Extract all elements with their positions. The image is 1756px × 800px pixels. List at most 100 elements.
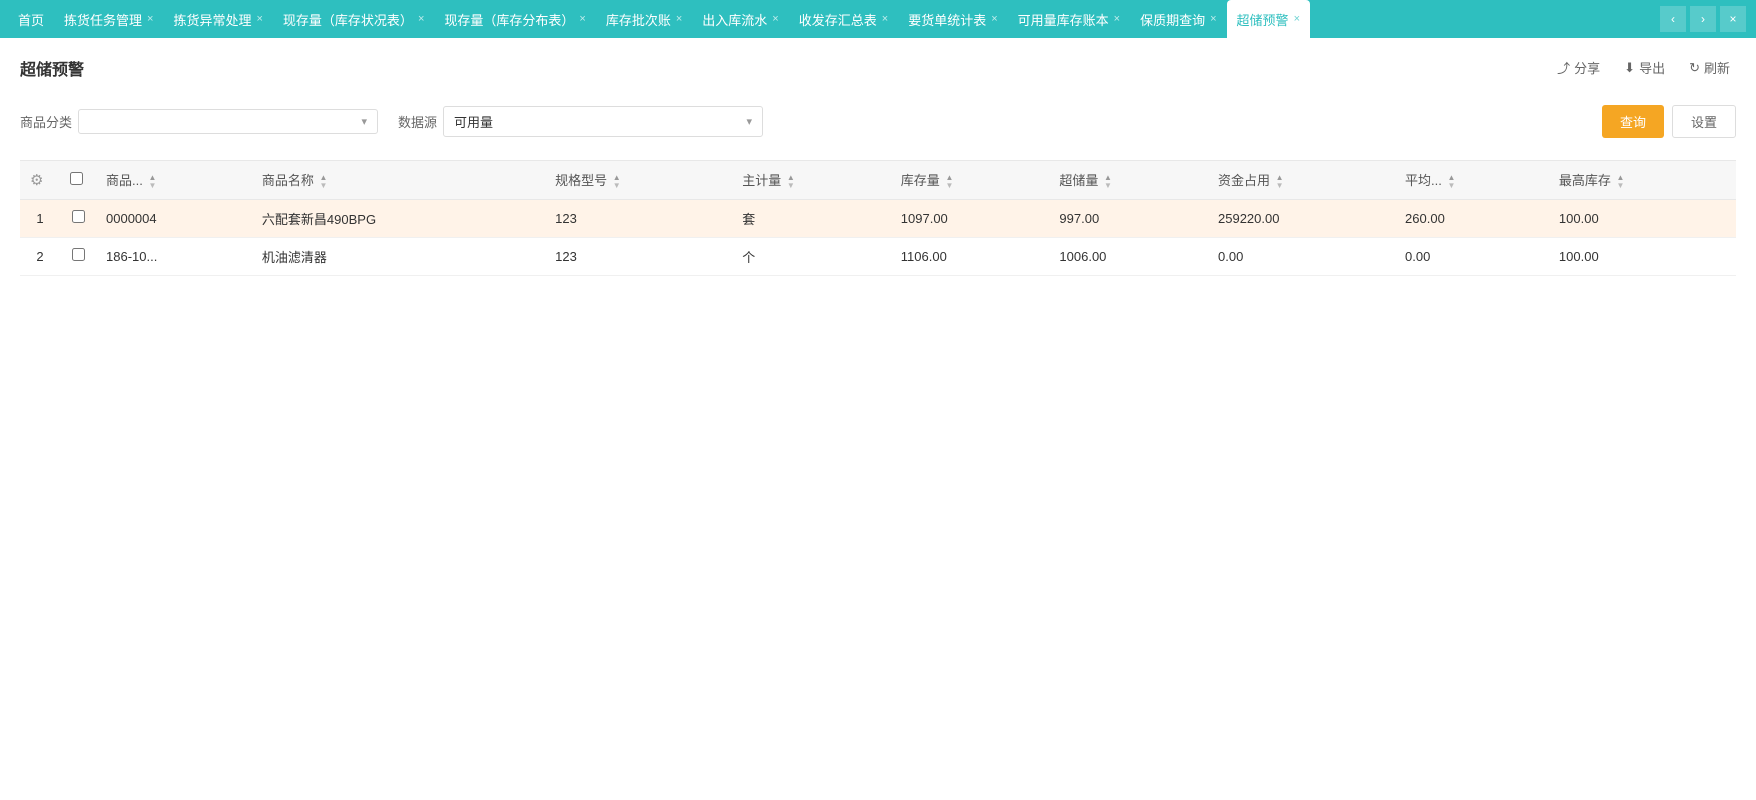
nav-tab-5-close[interactable]: × [676,13,682,25]
nav-tab-2-label: 拣货异常处理 [173,10,251,29]
filter-row: 商品分类 ▾ 数据源 可用量 ▾ 查询 设置 [20,97,1736,146]
row-number: 2 [20,237,60,275]
nav-tab-9[interactable]: 可用量库存账本 × [1008,0,1130,38]
nav-tab-6-close[interactable]: × [772,13,778,25]
col-unit-label: 主计量 [742,173,781,188]
row-unit: 套 [732,199,891,237]
nav-tab-4-label: 现存量（库存分布表） [444,10,574,29]
nav-tab-1-close[interactable]: × [147,13,153,25]
nav-tab-8-label: 要货单统计表 [908,10,986,29]
nav-tab-8-close[interactable]: × [991,13,997,25]
nav-tab-7-label: 收发存汇总表 [799,10,877,29]
top-nav: 首页 拣货任务管理 × 拣货异常处理 × 现存量（库存状况表） × 现存量（库存… [0,0,1756,38]
share-button[interactable]: ⤴ 分享 [1551,54,1606,81]
table-settings-icon[interactable]: ⚙ [30,172,43,189]
nav-tab-8[interactable]: 要货单统计表 × [898,0,1007,38]
row-unit: 个 [732,237,891,275]
nav-tab-10[interactable]: 保质期查询 × [1130,0,1226,38]
nav-tab-3[interactable]: 现存量（库存状况表） × [273,0,434,38]
nav-tab-7[interactable]: 收发存汇总表 × [789,0,898,38]
category-select[interactable]: ▾ [78,109,378,134]
nav-tab-1[interactable]: 拣货任务管理 × [54,0,163,38]
col-code-header[interactable]: 商品... ▲ ▼ [96,161,252,200]
row-name: 机油滤清器 [252,237,545,275]
nav-tab-11[interactable]: 超储预警 × [1227,0,1310,38]
col-overstock-header[interactable]: 超储量 ▲ ▼ [1049,161,1208,200]
row-overstock: 1006.00 [1049,237,1208,275]
row-checkbox[interactable] [72,248,85,261]
nav-next-button[interactable]: › [1690,6,1716,32]
col-maxstock-header[interactable]: 最高库存 ▲ ▼ [1549,161,1736,200]
row-number: 1 [20,199,60,237]
page-header: 超储预警 ⤴ 分享 ⬇ 导出 ↻ 刷新 [20,54,1736,81]
nav-tab-2-close[interactable]: × [256,13,262,25]
col-capital-header[interactable]: 资金占用 ▲ ▼ [1208,161,1395,200]
export-label: 导出 [1639,58,1665,77]
nav-tab-6-label: 出入库流水 [702,10,767,29]
nav-tab-6[interactable]: 出入库流水 × [692,0,788,38]
nav-tab-2[interactable]: 拣货异常处理 × [163,0,272,38]
datasource-select[interactable]: 可用量 ▾ [443,106,763,137]
col-stock-header[interactable]: 库存量 ▲ ▼ [891,161,1050,200]
share-icon: ⤴ [1557,58,1570,77]
table-row: 1 0000004 六配套新昌490BPG 123 套 1097.00 997.… [20,199,1736,237]
row-maxstock: 100.00 [1549,199,1736,237]
row-stock: 1106.00 [891,237,1050,275]
nav-tab-1-label: 拣货任务管理 [64,10,142,29]
row-checkbox-cell [60,237,96,275]
nav-tab-4-close[interactable]: × [579,13,585,25]
data-table: ⚙ 商品... ▲ ▼ 商品名称 ▲ ▼ [20,160,1736,276]
row-capital: 0.00 [1208,237,1395,275]
col-capital-label: 资金占用 [1218,173,1270,188]
sort-icon-name: ▲ ▼ [320,174,328,190]
nav-prev-button[interactable]: ‹ [1660,6,1686,32]
col-unit-header[interactable]: 主计量 ▲ ▼ [732,161,891,200]
row-checkbox[interactable] [72,210,85,223]
nav-tab-3-close[interactable]: × [418,13,424,25]
refresh-label: 刷新 [1704,58,1730,77]
sort-icon-code: ▲ ▼ [148,174,156,190]
row-stock: 1097.00 [891,199,1050,237]
row-avg: 0.00 [1395,237,1549,275]
row-maxstock: 100.00 [1549,237,1736,275]
export-button[interactable]: ⬇ 导出 [1618,54,1671,81]
nav-close-all-button[interactable]: × [1720,6,1746,32]
settings-button[interactable]: 设置 [1672,105,1736,138]
sort-icon-avg: ▲ ▼ [1448,174,1456,190]
col-avg-header[interactable]: 平均... ▲ ▼ [1395,161,1549,200]
nav-home[interactable]: 首页 [8,0,54,38]
share-label: 分享 [1574,58,1600,77]
main-content: 超储预警 ⤴ 分享 ⬇ 导出 ↻ 刷新 商品分类 ▾ 数据源 [0,38,1756,800]
nav-tab-11-close[interactable]: × [1294,13,1300,25]
nav-tab-3-label: 现存量（库存状况表） [283,10,413,29]
refresh-icon: ↻ [1689,60,1700,76]
select-all-checkbox[interactable] [70,172,83,185]
nav-tab-4[interactable]: 现存量（库存分布表） × [434,0,595,38]
nav-tab-5[interactable]: 库存批次账 × [596,0,692,38]
query-button[interactable]: 查询 [1602,105,1664,138]
chevron-down-icon: ▾ [361,115,367,128]
refresh-button[interactable]: ↻ 刷新 [1683,54,1736,81]
sort-icon-overstock: ▲ ▼ [1104,174,1112,190]
nav-tab-7-close[interactable]: × [882,13,888,25]
col-spec-header[interactable]: 规格型号 ▲ ▼ [545,161,732,200]
row-checkbox-cell [60,199,96,237]
col-name-header[interactable]: 商品名称 ▲ ▼ [252,161,545,200]
nav-home-label: 首页 [18,10,44,29]
nav-tab-9-label: 可用量库存账本 [1018,10,1109,29]
nav-tab-10-close[interactable]: × [1210,13,1216,25]
table-row: 2 186-10... 机油滤清器 123 个 1106.00 1006.00 … [20,237,1736,275]
category-label: 商品分类 [20,112,72,131]
row-avg: 260.00 [1395,199,1549,237]
col-name-label: 商品名称 [262,173,314,188]
row-code: 0000004 [96,199,252,237]
row-capital: 259220.00 [1208,199,1395,237]
category-filter-group: 商品分类 ▾ [20,109,378,134]
nav-tab-9-close[interactable]: × [1114,13,1120,25]
sort-icon-unit: ▲ ▼ [787,174,795,190]
row-spec: 123 [545,199,732,237]
row-spec: 123 [545,237,732,275]
row-code: 186-10... [96,237,252,275]
row-name: 六配套新昌490BPG [252,199,545,237]
row-overstock: 997.00 [1049,199,1208,237]
